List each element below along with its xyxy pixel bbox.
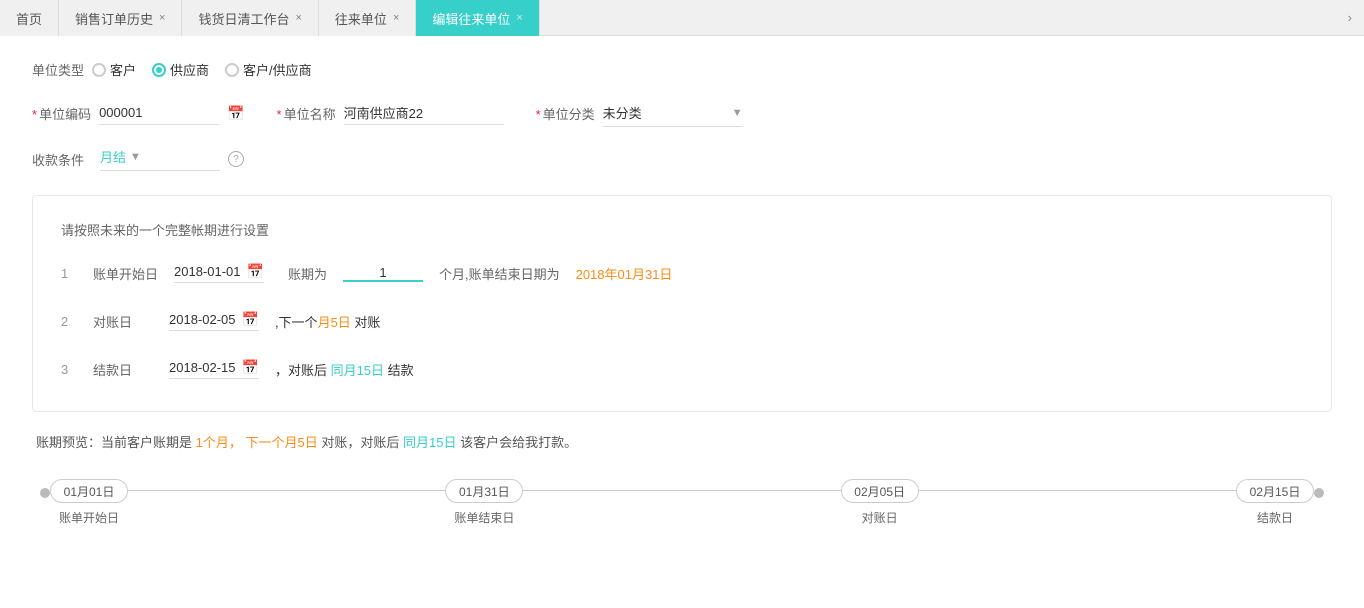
timeline: 01月01日 账单开始日 01月31日 账单结束日 02月05日 对账日 02月…: [32, 479, 1332, 526]
payment-row: 收款条件 月结 ▼ ?: [32, 147, 1332, 171]
close-sales-history[interactable]: ×: [159, 12, 165, 24]
date-input-1: 2018-01-01 📅: [174, 263, 264, 283]
date-input-3: 2018-02-15 📅: [169, 359, 259, 379]
unit-name-label: 单位名称: [277, 104, 336, 123]
tab-sales-history[interactable]: 销售订单历史 ×: [59, 0, 182, 36]
unit-category-label: 单位分类: [536, 104, 595, 123]
payment-label: 收款条件: [32, 150, 84, 169]
timeline-point-1: 01月31日 账单结束日: [445, 479, 523, 526]
close-edit-partner[interactable]: ×: [516, 12, 522, 24]
main-content: 单位类型 客户 供应商 客户/供应商 单位编码 📅 单位名称: [0, 36, 1364, 608]
timeline-node-2: 02月05日: [841, 479, 919, 503]
unit-type-row: 单位类型 客户 供应商 客户/供应商: [32, 60, 1332, 79]
radio-label-both: 客户/供应商: [243, 60, 312, 79]
step-num-2: 2: [61, 314, 77, 329]
date-value-3: 2018-02-15: [169, 360, 236, 375]
date-input-2: 2018-02-05 📅: [169, 311, 259, 331]
timeline-node-1: 01月31日: [445, 479, 523, 503]
period-label: 账期为: [288, 264, 327, 283]
date-value-2: 2018-02-05: [169, 312, 236, 327]
preview-part5: 该客户会给我打款。: [460, 435, 577, 450]
timeline-left-dot: [40, 488, 50, 498]
preview-part2: 下一个月5日: [246, 435, 318, 450]
step-label-2: 对账日: [93, 312, 153, 331]
end-date-highlight: 2018年01月31日: [576, 264, 673, 283]
step-label-3: 结款日: [93, 360, 153, 379]
close-partner[interactable]: ×: [393, 12, 399, 24]
unit-category-value: 未分类: [603, 103, 728, 122]
radio-circle-both: [225, 63, 239, 77]
preview-part3: 对账，对账后: [321, 435, 403, 450]
calendar-icon-3[interactable]: 📅: [242, 359, 259, 376]
step-num-3: 3: [61, 362, 77, 377]
unit-code-icon[interactable]: 📅: [227, 105, 244, 122]
payment-select[interactable]: 月结 ▼: [100, 147, 220, 171]
calendar-icon-2[interactable]: 📅: [242, 311, 259, 328]
payment-value: 月结: [100, 147, 126, 166]
unit-type-label: 单位类型: [32, 60, 84, 79]
preview-part4: 同月15日: [403, 435, 456, 450]
step-num-1: 1: [61, 266, 77, 281]
tab-bar: 首页 销售订单历史 × 钱货日清工作台 × 往来单位 × 编辑往来单位 × ›: [0, 0, 1364, 36]
row3-highlight: 同月15日: [331, 363, 384, 378]
preview-part1: 1个月，: [196, 435, 242, 450]
preview-label: 账期预览：当前客户账期是: [36, 435, 192, 450]
timeline-label-1: 账单结束日: [454, 509, 514, 526]
settings-box: 请按照未来的一个完整帐期进行设置 1 账单开始日 2018-01-01 📅 账期…: [32, 195, 1332, 412]
period-suffix: 个月,账单结束日期为: [439, 264, 560, 283]
tab-expand-button[interactable]: ›: [1336, 0, 1364, 35]
timeline-inner: 01月01日 账单开始日 01月31日 账单结束日 02月05日 对账日 02月…: [50, 479, 1314, 526]
radio-label-supplier: 供应商: [170, 60, 209, 79]
unit-code-input[interactable]: [99, 101, 219, 125]
payment-chevron: ▼: [130, 151, 141, 163]
radio-customer[interactable]: 客户: [92, 60, 136, 79]
timeline-nodes-row: 01月01日 账单开始日 01月31日 账单结束日 02月05日 对账日 02月…: [50, 479, 1314, 526]
unit-category-select[interactable]: 未分类 ▼: [603, 99, 743, 127]
timeline-node-3: 02月15日: [1236, 479, 1314, 503]
radio-label-customer: 客户: [110, 60, 136, 79]
row3-desc: ，对账后 同月15日 结款: [275, 360, 414, 379]
unit-info-row: 单位编码 📅 单位名称 单位分类 未分类 ▼: [32, 99, 1332, 127]
unit-name-input[interactable]: [344, 101, 504, 125]
row2-highlight: 月5日: [318, 315, 351, 330]
timeline-label-3: 结款日: [1257, 509, 1293, 526]
timeline-label-2: 对账日: [862, 509, 898, 526]
close-cash-work[interactable]: ×: [295, 12, 301, 24]
settings-row-1: 1 账单开始日 2018-01-01 📅 账期为 个月,账单结束日期为 2018…: [61, 263, 1303, 283]
radio-supplier[interactable]: 供应商: [152, 60, 209, 79]
timeline-label-0: 账单开始日: [59, 509, 119, 526]
radio-both[interactable]: 客户/供应商: [225, 60, 312, 79]
unit-code-field: 单位编码 📅: [32, 101, 245, 125]
unit-code-label: 单位编码: [32, 104, 91, 123]
tab-edit-partner[interactable]: 编辑往来单位 ×: [416, 0, 539, 36]
tab-partner[interactable]: 往来单位 ×: [319, 0, 416, 36]
radio-group-unit-type: 客户 供应商 客户/供应商: [92, 60, 312, 79]
row2-desc: ,下一个月5日 对账: [275, 312, 380, 331]
settings-title: 请按照未来的一个完整帐期进行设置: [61, 220, 1303, 239]
help-icon[interactable]: ?: [228, 151, 244, 167]
tab-home[interactable]: 首页: [0, 0, 59, 36]
tab-cash-work[interactable]: 钱货日清工作台 ×: [182, 0, 318, 36]
period-input[interactable]: [343, 265, 423, 282]
settings-row-3: 3 结款日 2018-02-15 📅 ，对账后 同月15日 结款: [61, 359, 1303, 379]
timeline-point-2: 02月05日 对账日: [841, 479, 919, 526]
radio-circle-customer: [92, 63, 106, 77]
unit-name-field: 单位名称: [277, 101, 504, 125]
radio-circle-supplier: [152, 63, 166, 77]
preview-text: 账期预览：当前客户账期是 1个月， 下一个月5日 对账，对账后 同月15日 该客…: [32, 432, 1332, 451]
settings-row-2: 2 对账日 2018-02-05 📅 ,下一个月5日 对账: [61, 311, 1303, 331]
timeline-point-3: 02月15日 结款日: [1236, 479, 1314, 526]
timeline-point-0: 01月01日 账单开始日: [50, 479, 128, 526]
timeline-node-0: 01月01日: [50, 479, 128, 503]
date-value-1: 2018-01-01: [174, 264, 241, 279]
timeline-right-dot: [1314, 488, 1324, 498]
calendar-icon-1[interactable]: 📅: [247, 263, 264, 280]
unit-category-field: 单位分类 未分类 ▼: [536, 99, 743, 127]
step-label-1: 账单开始日: [93, 264, 158, 283]
unit-category-chevron: ▼: [732, 107, 743, 119]
